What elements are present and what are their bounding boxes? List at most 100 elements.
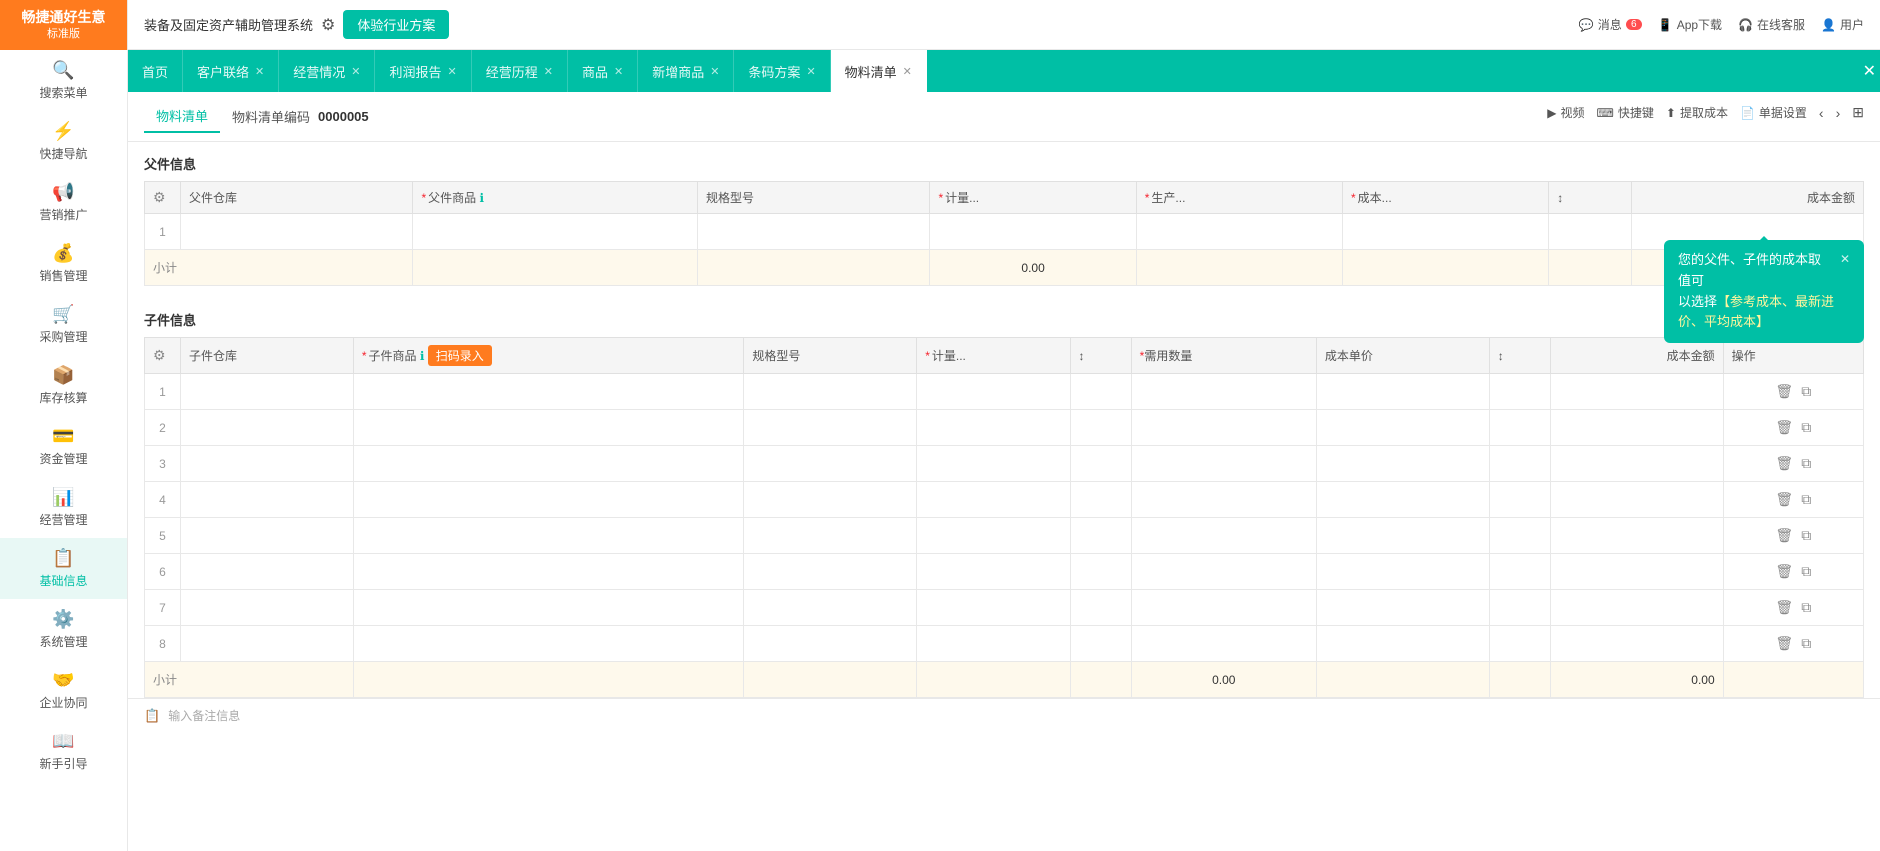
child-needed-5[interactable] xyxy=(1131,518,1316,554)
sidebar-item-5[interactable]: 📦 库存核算 xyxy=(0,355,127,416)
child-product-4[interactable] xyxy=(353,482,744,518)
child-unit-8[interactable] xyxy=(917,626,1070,662)
child-warehouse-4[interactable] xyxy=(181,482,354,518)
online-service-item[interactable]: 🎧 在线客服 xyxy=(1738,16,1805,33)
copy-icon-5[interactable]: ⧉ xyxy=(1801,527,1811,544)
parent-product-1[interactable] xyxy=(413,214,698,250)
child-needed-6[interactable] xyxy=(1131,554,1316,590)
nav-tab-3[interactable]: 利润报告✕ xyxy=(375,50,471,92)
child-unit-cost-8[interactable] xyxy=(1316,626,1489,662)
nav-tab-close-7[interactable]: ✕ xyxy=(806,65,815,78)
message-icon-item[interactable]: 💬 消息 6 xyxy=(1579,16,1642,33)
nav-tab-0[interactable]: 首页 xyxy=(128,50,183,92)
sidebar-item-9[interactable]: ⚙️ 系统管理 xyxy=(0,599,127,660)
child-spec-4[interactable] xyxy=(744,482,917,518)
nav-tab-4[interactable]: 经营历程✕ xyxy=(472,50,568,92)
settings-button[interactable]: ⚙ xyxy=(321,15,335,35)
nav-tab-1[interactable]: 客户联络✕ xyxy=(183,50,279,92)
nav-tab-5[interactable]: 商品✕ xyxy=(568,50,638,92)
delete-icon-7[interactable]: 🗑 xyxy=(1775,599,1793,616)
parent-product-info-icon[interactable]: ℹ xyxy=(479,191,484,205)
nav-tab-close-3[interactable]: ✕ xyxy=(448,65,457,78)
nav-tab-6[interactable]: 新增商品✕ xyxy=(638,50,734,92)
child-product-5[interactable] xyxy=(353,518,744,554)
user-item[interactable]: 👤 用户 xyxy=(1821,16,1864,33)
child-product-info-icon[interactable]: ℹ xyxy=(420,349,425,363)
sidebar-item-0[interactable]: 🔍 搜索菜单 xyxy=(0,50,127,111)
nav-tab-7[interactable]: 条码方案✕ xyxy=(734,50,830,92)
view-item[interactable]: ▶ 视频 xyxy=(1547,104,1584,121)
sidebar-item-6[interactable]: 💳 资金管理 xyxy=(0,416,127,477)
copy-icon-4[interactable]: ⧉ xyxy=(1801,491,1811,508)
child-unit-cost-4[interactable] xyxy=(1316,482,1489,518)
child-warehouse-1[interactable] xyxy=(181,374,354,410)
sidebar-item-11[interactable]: 📖 新手引导 xyxy=(0,721,127,782)
settings-col-icon[interactable]: ⚙ xyxy=(153,189,166,205)
child-warehouse-2[interactable] xyxy=(181,410,354,446)
parent-produce-1[interactable] xyxy=(1136,214,1342,250)
parent-cost-1[interactable] xyxy=(1343,214,1549,250)
sidebar-item-2[interactable]: 📢 营销推广 xyxy=(0,172,127,233)
child-unit-cost-6[interactable] xyxy=(1316,554,1489,590)
nav-tab-close-4[interactable]: ✕ xyxy=(544,65,553,78)
next-page-button[interactable]: › xyxy=(1836,105,1841,121)
child-spec-8[interactable] xyxy=(744,626,917,662)
child-product-2[interactable] xyxy=(353,410,744,446)
child-needed-7[interactable] xyxy=(1131,590,1316,626)
child-product-1[interactable] xyxy=(353,374,744,410)
child-spec-5[interactable] xyxy=(744,518,917,554)
copy-icon-2[interactable]: ⧉ xyxy=(1801,419,1811,436)
copy-icon-6[interactable]: ⧉ xyxy=(1801,563,1811,580)
child-spec-1[interactable] xyxy=(744,374,917,410)
child-needed-2[interactable] xyxy=(1131,410,1316,446)
parent-unit-1[interactable] xyxy=(930,214,1136,250)
parent-spec-1[interactable] xyxy=(698,214,930,250)
child-spec-6[interactable] xyxy=(744,554,917,590)
child-settings-col-icon[interactable]: ⚙ xyxy=(153,347,166,363)
copy-icon-8[interactable]: ⧉ xyxy=(1801,635,1811,652)
child-spec-3[interactable] xyxy=(744,446,917,482)
child-warehouse-7[interactable] xyxy=(181,590,354,626)
expand-button[interactable]: ⊞ xyxy=(1852,104,1864,121)
child-unit-cost-1[interactable] xyxy=(1316,374,1489,410)
parent-warehouse-1[interactable] xyxy=(181,214,413,250)
tooltip-close-button[interactable]: ✕ xyxy=(1840,250,1850,269)
child-needed-4[interactable] xyxy=(1131,482,1316,518)
child-unit-2[interactable] xyxy=(917,410,1070,446)
child-product-7[interactable] xyxy=(353,590,744,626)
child-needed-8[interactable] xyxy=(1131,626,1316,662)
child-unit-cost-2[interactable] xyxy=(1316,410,1489,446)
try-button[interactable]: 体验行业方案 xyxy=(343,10,449,39)
delete-icon-4[interactable]: 🗑 xyxy=(1775,491,1793,508)
sidebar-item-3[interactable]: 💰 销售管理 xyxy=(0,233,127,294)
sidebar-item-4[interactable]: 🛒 采购管理 xyxy=(0,294,127,355)
nav-tab-close-8[interactable]: ✕ xyxy=(903,65,912,78)
app-download-item[interactable]: 📱 App下载 xyxy=(1658,16,1722,33)
delete-icon-3[interactable]: 🗑 xyxy=(1775,455,1793,472)
child-unit-cost-5[interactable] xyxy=(1316,518,1489,554)
copy-icon-1[interactable]: ⧉ xyxy=(1801,383,1811,400)
child-unit-4[interactable] xyxy=(917,482,1070,518)
shortcut-item[interactable]: ⌨ 快捷键 xyxy=(1597,104,1654,121)
copy-icon-7[interactable]: ⧉ xyxy=(1801,599,1811,616)
child-unit-cost-3[interactable] xyxy=(1316,446,1489,482)
child-warehouse-8[interactable] xyxy=(181,626,354,662)
extract-cost-item[interactable]: ⬆ 提取成本 xyxy=(1666,104,1728,121)
nav-tab-2[interactable]: 经营情况✕ xyxy=(279,50,375,92)
child-spec-2[interactable] xyxy=(744,410,917,446)
child-unit-3[interactable] xyxy=(917,446,1070,482)
sidebar-item-8[interactable]: 📋 基础信息 xyxy=(0,538,127,599)
child-unit-cost-7[interactable] xyxy=(1316,590,1489,626)
delete-icon-5[interactable]: 🗑 xyxy=(1775,527,1793,544)
child-needed-3[interactable] xyxy=(1131,446,1316,482)
nav-tab-close-5[interactable]: ✕ xyxy=(614,65,623,78)
child-product-3[interactable] xyxy=(353,446,744,482)
prev-page-button[interactable]: ‹ xyxy=(1819,105,1824,121)
child-product-8[interactable] xyxy=(353,626,744,662)
scan-input-button[interactable]: 扫码录入 xyxy=(428,345,492,366)
child-unit-7[interactable] xyxy=(917,590,1070,626)
single-settings-item[interactable]: 📄 单据设置 xyxy=(1740,104,1807,121)
sidebar-item-10[interactable]: 🤝 企业协同 xyxy=(0,660,127,721)
child-unit-6[interactable] xyxy=(917,554,1070,590)
child-warehouse-6[interactable] xyxy=(181,554,354,590)
